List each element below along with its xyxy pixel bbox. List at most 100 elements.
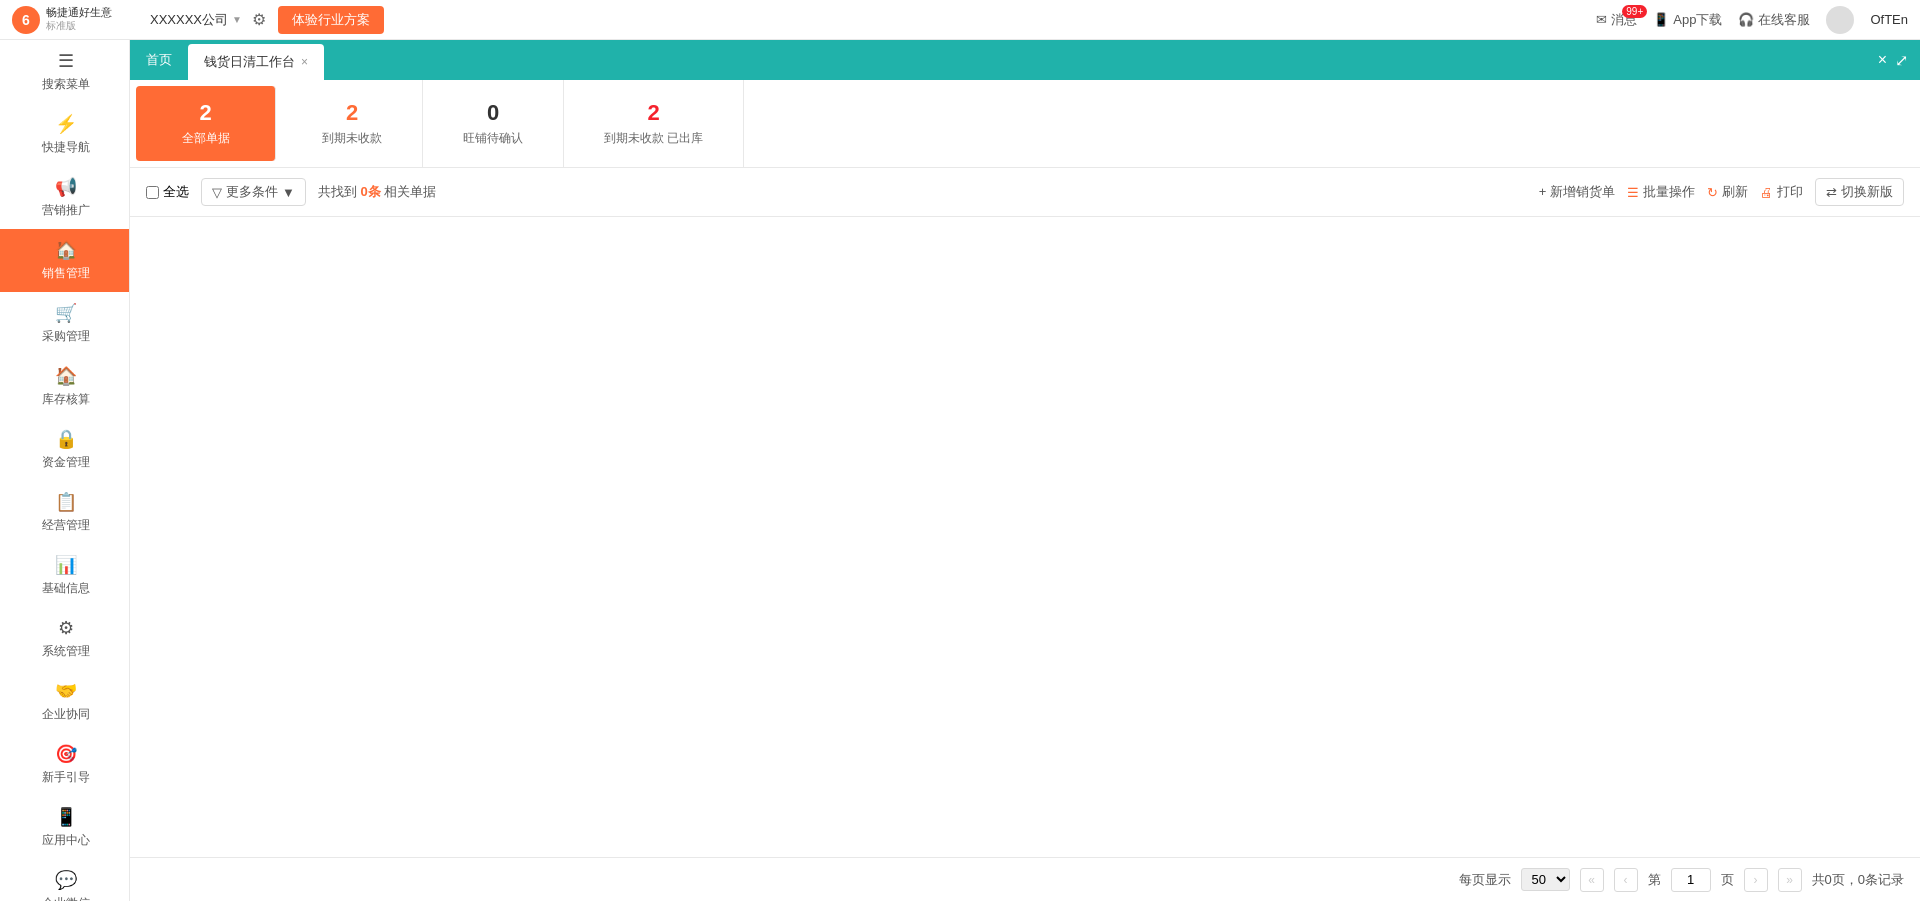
stat-card-all[interactable]: 2 全部单据 <box>136 86 276 161</box>
filter-btn[interactable]: ▽ 更多条件 ▼ <box>201 178 306 206</box>
stat-label-overdue: 到期未收款 <box>322 130 382 147</box>
logo-line2: 标准版 <box>46 19 112 33</box>
sidebar-label-fund: 资金管理 <box>42 454 90 471</box>
app-download-label: App下载 <box>1673 11 1722 29</box>
refresh-btn[interactable]: ↻ 刷新 <box>1707 183 1748 201</box>
sidebar-item-operations[interactable]: 📋 经营管理 <box>0 481 129 544</box>
sidebar-item-search-menu[interactable]: ☰ 搜索菜单 <box>0 40 129 103</box>
switch-icon: ⇄ <box>1826 185 1837 200</box>
filter-icon: ▽ <box>212 185 222 200</box>
new-sales-label: + 新增销货单 <box>1539 183 1615 201</box>
sidebar-label-inventory: 库存核算 <box>42 391 90 408</box>
top-header: 6 畅捷通好生意 标准版 XXXXXX公司 ▼ ⚙ 体验行业方案 ✉ 消息 99… <box>0 0 1920 40</box>
sidebar-item-fund[interactable]: 🔒 资金管理 <box>0 418 129 481</box>
sidebar-item-beginner[interactable]: 🎯 新手引导 <box>0 733 129 796</box>
logo-area: 6 畅捷通好生意 标准版 <box>12 6 142 34</box>
company-selector[interactable]: XXXXXX公司 ▼ <box>150 11 242 29</box>
stat-label-unshipped: 到期未收款 已出库 <box>604 130 703 147</box>
sidebar-item-appcenter[interactable]: 📱 应用中心 <box>0 796 129 859</box>
print-icon: 🖨 <box>1760 185 1773 200</box>
sidebar-label-appcenter: 应用中心 <box>42 832 90 849</box>
phone-icon: 📱 <box>1653 12 1669 27</box>
purchase-icon: 🛒 <box>55 302 77 324</box>
stats-row: 2 全部单据 2 到期未收款 0 旺铺待确认 2 到期未收款 已出库 <box>130 80 1920 168</box>
sidebar-label-basicinfo: 基础信息 <box>42 580 90 597</box>
toolbar: 全选 ▽ 更多条件 ▼ 共找到 0条 相关单据 + 新增销货单 ☰ 批量操作 <box>130 168 1920 217</box>
sidebar-label-search: 搜索菜单 <box>42 76 90 93</box>
tab-bar: 首页 钱货日清工作台 × × ⤢ <box>130 40 1920 80</box>
tab-home-label: 首页 <box>146 51 172 69</box>
msg-btn[interactable]: ✉ 消息 99+ <box>1596 11 1637 29</box>
new-sales-btn[interactable]: + 新增销货单 <box>1539 183 1615 201</box>
select-all-area[interactable]: 全选 <box>146 183 189 201</box>
sidebar-label-wechat: 企业微信 <box>42 895 90 901</box>
next-page-btn[interactable]: › <box>1744 868 1768 892</box>
page-input[interactable] <box>1671 868 1711 892</box>
avatar[interactable] <box>1826 6 1854 34</box>
batch-btn[interactable]: ☰ 批量操作 <box>1627 183 1695 201</box>
refresh-icon: ↻ <box>1707 185 1718 200</box>
found-prefix: 共找到 <box>318 184 357 199</box>
trial-btn[interactable]: 体验行业方案 <box>278 6 384 34</box>
stat-card-wangpu[interactable]: 0 旺铺待确认 <box>423 80 564 167</box>
stat-card-unshipped[interactable]: 2 到期未收款 已出库 <box>564 80 744 167</box>
sidebar-item-system[interactable]: ⚙ 系统管理 <box>0 607 129 670</box>
sidebar-label-quick: 快捷导航 <box>42 139 90 156</box>
prev-page-btn[interactable]: ‹ <box>1614 868 1638 892</box>
stat-number-unshipped: 2 <box>648 100 660 126</box>
switch-btn[interactable]: ⇄ 切换新版 <box>1815 178 1904 206</box>
fund-icon: 🔒 <box>55 428 77 450</box>
found-suffix: 相关单据 <box>384 184 436 199</box>
select-all-checkbox[interactable] <box>146 186 159 199</box>
sidebar-item-purchase[interactable]: 🛒 采购管理 <box>0 292 129 355</box>
menu-icon: ☰ <box>58 50 74 72</box>
tab-home[interactable]: 首页 <box>130 40 188 80</box>
filter-dropdown-icon: ▼ <box>282 185 295 200</box>
pagination: 每页显示 50 « ‹ 第 页 › » 共0页，0条记录 <box>130 857 1920 901</box>
sidebar-item-enterprise[interactable]: 🤝 企业协同 <box>0 670 129 733</box>
tab-maximize-btn[interactable]: ⤢ <box>1895 51 1908 70</box>
lightning-icon: ⚡ <box>55 113 77 135</box>
enterprise-icon: 🤝 <box>55 680 77 702</box>
per-page-select[interactable]: 50 <box>1521 868 1570 891</box>
sidebar-item-marketing[interactable]: 📢 营销推广 <box>0 166 129 229</box>
batch-label: 批量操作 <box>1643 183 1695 201</box>
app-download-btn[interactable]: 📱 App下载 <box>1653 11 1722 29</box>
sidebar-item-quick-nav[interactable]: ⚡ 快捷导航 <box>0 103 129 166</box>
stat-number-overdue: 2 <box>346 100 358 126</box>
content-area: 首页 钱货日清工作台 × × ⤢ 2 全部单据 2 到期未收款 0 <box>130 40 1920 901</box>
print-label: 打印 <box>1777 183 1803 201</box>
sidebar-item-inventory[interactable]: 🏠 库存核算 <box>0 355 129 418</box>
main-layout: ☰ 搜索菜单 ⚡ 快捷导航 📢 营销推广 🏠 销售管理 🛒 采购管理 🏠 库存核… <box>0 40 1920 901</box>
filter-label: 更多条件 <box>226 183 278 201</box>
settings-icon[interactable]: ⚙ <box>252 10 266 29</box>
sidebar-item-sales[interactable]: 🏠 销售管理 <box>0 229 129 292</box>
batch-icon: ☰ <box>1627 185 1639 200</box>
tab-close-icon[interactable]: × <box>301 55 308 69</box>
last-page-btn[interactable]: » <box>1778 868 1802 892</box>
page-label: 第 <box>1648 871 1661 889</box>
stat-card-overdue[interactable]: 2 到期未收款 <box>282 80 423 167</box>
tab-close-btn[interactable]: × <box>1878 51 1887 69</box>
stat-label-wangpu: 旺铺待确认 <box>463 130 523 147</box>
headset-icon: 🎧 <box>1738 12 1754 27</box>
wechat-icon: 💬 <box>55 869 77 891</box>
sidebar-item-basicinfo[interactable]: 📊 基础信息 <box>0 544 129 607</box>
per-page-label: 每页显示 <box>1459 871 1511 889</box>
stat-label-all: 全部单据 <box>182 130 230 147</box>
page-suffix: 页 <box>1721 871 1734 889</box>
first-page-btn[interactable]: « <box>1580 868 1604 892</box>
sidebar-item-wechat[interactable]: 💬 企业微信 <box>0 859 129 901</box>
logo-line1: 畅捷通好生意 <box>46 6 112 19</box>
print-btn[interactable]: 🖨 打印 <box>1760 183 1803 201</box>
company-name: XXXXXX公司 <box>150 11 228 29</box>
inventory-icon: 🏠 <box>55 365 77 387</box>
table-area <box>130 217 1920 857</box>
tab-active-label: 钱货日清工作台 <box>204 53 295 71</box>
username[interactable]: OfTEn <box>1870 12 1908 27</box>
online-service-btn[interactable]: 🎧 在线客服 <box>1738 11 1810 29</box>
tab-active[interactable]: 钱货日清工作台 × <box>188 44 324 80</box>
sidebar-label-purchase: 采购管理 <box>42 328 90 345</box>
select-all-label: 全选 <box>163 183 189 201</box>
refresh-label: 刷新 <box>1722 183 1748 201</box>
